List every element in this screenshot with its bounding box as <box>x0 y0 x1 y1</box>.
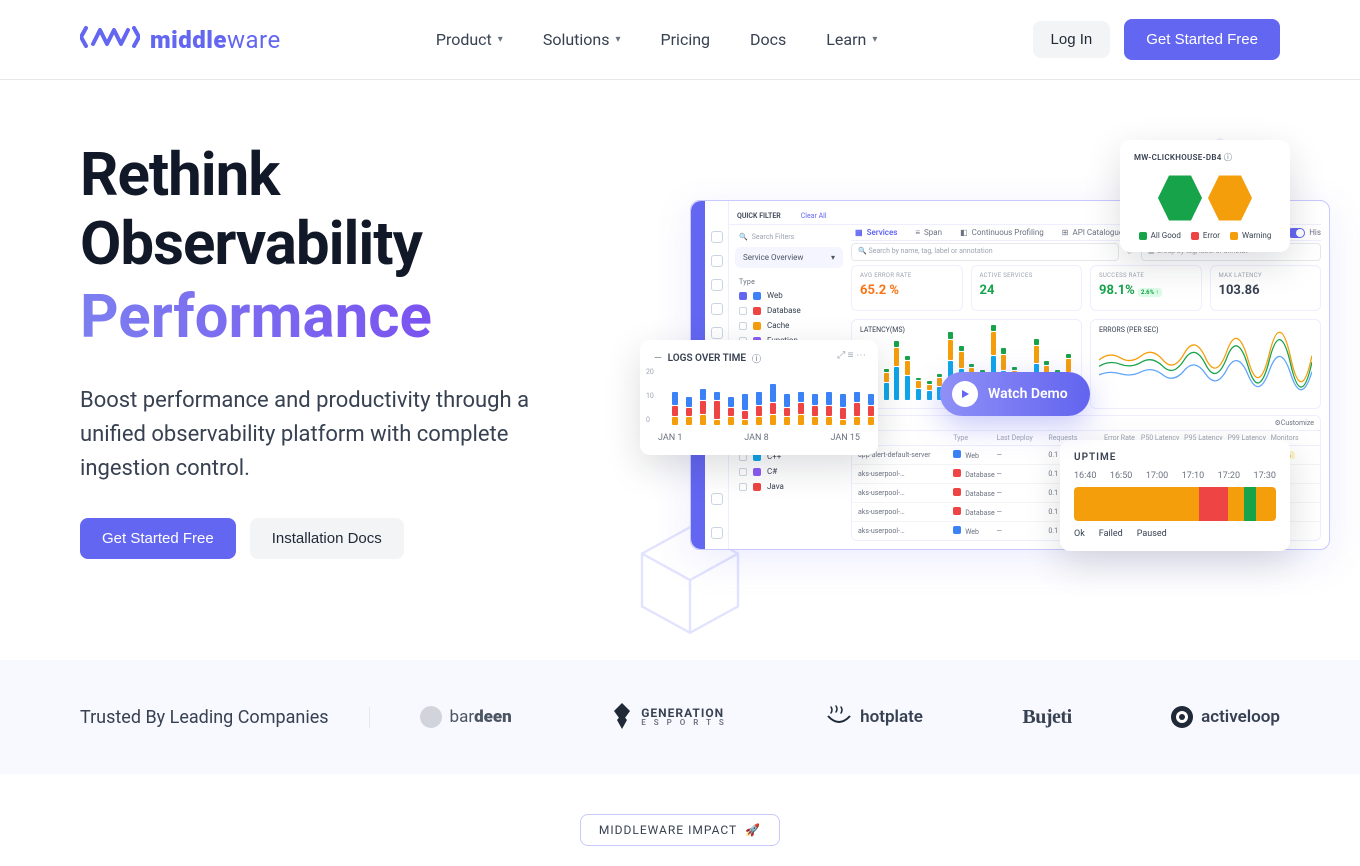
nav-item-learn[interactable]: Learn▾ <box>826 30 877 49</box>
chevron-down-icon: ▾ <box>498 34 503 45</box>
hero-subtitle: Boost performance and productivity throu… <box>80 384 600 486</box>
watch-demo-button[interactable]: Watch Demo <box>940 372 1090 416</box>
service-overview-panel[interactable]: Service Overview▾ <box>735 247 843 268</box>
logo-text: middleware <box>150 26 281 54</box>
errors-chart: ERRORS (PER SEC) <box>1090 319 1321 409</box>
tab-profiling[interactable]: ◧ Continuous Profiling <box>960 228 1044 237</box>
logs-over-time-card: — LOGS OVER TIME ⓘ ⤢ ≡ ⋯ 20100 JAN 1JAN … <box>640 340 878 455</box>
hotplate-icon <box>826 704 852 731</box>
clear-all-link[interactable]: Clear All <box>801 212 827 220</box>
metrics-row: AVG ERROR RATE65.2 % ACTIVE SERVICES24 S… <box>851 265 1321 311</box>
chevron-down-icon: ▾ <box>616 34 621 45</box>
quick-filter-label: QUICK FILTER <box>737 212 781 220</box>
nav-item-solutions[interactable]: Solutions▾ <box>543 30 621 49</box>
search-input[interactable]: 🔍 Search by name, tag, label or annotati… <box>851 243 1119 261</box>
play-icon <box>952 381 978 407</box>
hero-rotator: Performance <box>80 278 600 356</box>
hexagon-icon <box>1208 173 1252 223</box>
hero-title-line1: Rethink <box>80 140 600 209</box>
impact-badge: MIDDLEWARE IMPACT🚀 <box>580 814 780 846</box>
tab-span[interactable]: ≡ Span <box>915 228 942 237</box>
generation-icon <box>611 702 633 732</box>
chevron-down-icon: ▾ <box>872 34 877 45</box>
hero-title-line2: Observability <box>80 209 600 278</box>
get-started-button[interactable]: Get Started Free <box>1124 19 1280 60</box>
success-rate: 98.1% 2.6% ↑ <box>1099 283 1193 298</box>
brand-activeloop: activeloop <box>1171 706 1280 728</box>
impact-section: MIDDLEWARE IMPACT🚀 <box>0 774 1360 866</box>
hero-copy: Rethink Observability Performance Boost … <box>80 140 600 580</box>
brand-hotplate: hotplate <box>826 704 923 731</box>
avg-error-rate: 65.2 % <box>860 283 954 298</box>
uptime-card: UPTIME 16:4016:5017:0017:1017:2017:30 Ok… <box>1060 440 1290 551</box>
nav-links: Product▾ Solutions▾ Pricing Docs Learn▾ <box>436 30 878 49</box>
card-tools[interactable]: ⤢ ≡ ⋯ <box>837 350 866 361</box>
logo-icon <box>80 24 140 56</box>
brand-bardeen: bardeen <box>420 706 512 728</box>
health-card: MW-CLICKHOUSE-DB4 ⓘ All GoodErrorWarning <box>1120 140 1290 252</box>
hero: Rethink Observability Performance Boost … <box>0 80 1360 660</box>
hero-get-started-button[interactable]: Get Started Free <box>80 518 236 559</box>
brand-bujeti: Bujeti <box>1022 706 1071 729</box>
nav-item-pricing[interactable]: Pricing <box>661 30 711 49</box>
login-button[interactable]: Log In <box>1033 21 1111 58</box>
activeloop-icon <box>1171 706 1193 728</box>
type-label: Type <box>735 274 843 288</box>
nav-actions: Log In Get Started Free <box>1033 19 1280 60</box>
tab-api[interactable]: ⊞ API Catalogue <box>1062 228 1123 237</box>
trusted-section: Trusted By Leading Companies bardeen GEN… <box>0 660 1360 774</box>
max-latency: 103.86 <box>1219 283 1313 298</box>
installation-docs-button[interactable]: Installation Docs <box>250 518 404 559</box>
active-services: 24 <box>980 283 1074 298</box>
rocket-icon: 🚀 <box>745 823 761 837</box>
hero-illustration: QUICK FILTER Clear All 🔍 Search Filters … <box>630 140 1280 580</box>
top-nav: middleware Product▾ Solutions▾ Pricing D… <box>0 0 1360 80</box>
logo[interactable]: middleware <box>80 24 281 56</box>
nav-item-product[interactable]: Product▾ <box>436 30 503 49</box>
nav-item-docs[interactable]: Docs <box>750 30 786 49</box>
trusted-label: Trusted By Leading Companies <box>80 707 370 728</box>
brand-generation-esports: GENERATIONE S P O R T S <box>611 702 726 732</box>
hexagon-icon <box>1158 173 1202 223</box>
bardeen-icon <box>420 706 442 728</box>
tab-services[interactable]: ▦ Services <box>855 228 897 237</box>
